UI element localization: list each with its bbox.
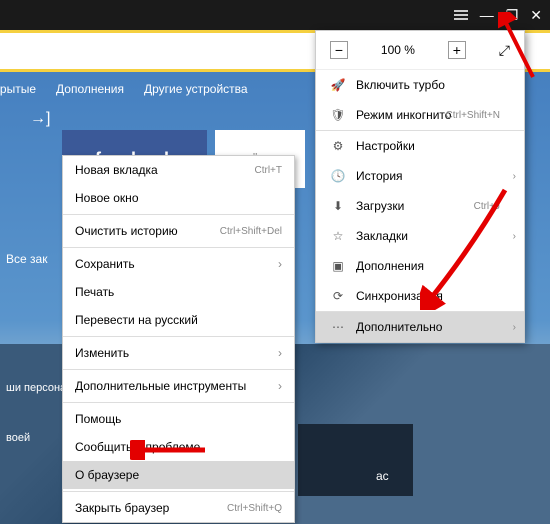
shortcut: Ctrl+J bbox=[474, 201, 500, 212]
separator bbox=[63, 402, 294, 403]
menu-bookmarks[interactable]: ☆ Закладки › bbox=[316, 221, 524, 251]
label: Печать bbox=[75, 285, 114, 299]
rocket-icon: 🚀 bbox=[330, 78, 346, 92]
bookmarks-label: Все зак bbox=[6, 252, 47, 266]
download-icon: ⬇ bbox=[330, 199, 346, 213]
menu-history[interactable]: 🕓 История › bbox=[316, 161, 524, 191]
menu-report[interactable]: Сообщить о проблеме bbox=[63, 433, 294, 461]
hamburger-menu-icon[interactable] bbox=[454, 10, 468, 20]
label: Изменить bbox=[75, 346, 129, 360]
label: Режим инкогнито bbox=[356, 108, 451, 122]
menu-edit[interactable]: Изменить › bbox=[63, 339, 294, 367]
label: Очистить историю bbox=[75, 224, 178, 238]
menu-about-browser[interactable]: О браузере bbox=[63, 461, 294, 489]
label: Закрыть браузер bbox=[75, 501, 169, 515]
label: Сообщить о проблеме bbox=[75, 440, 200, 454]
separator bbox=[63, 336, 294, 337]
menu-new-tab[interactable]: Новая вкладка Ctrl+T bbox=[63, 156, 294, 184]
menu-translate[interactable]: Перевести на русский bbox=[63, 306, 294, 334]
menu-sync[interactable]: ⟳ Синхронизация bbox=[316, 281, 524, 311]
label: Загрузки bbox=[356, 199, 404, 213]
star-icon: ☆ bbox=[330, 229, 346, 243]
tab-closed[interactable]: акрытые bbox=[0, 82, 36, 96]
ac-label: ас bbox=[376, 469, 389, 483]
shortcut: Ctrl+Shift+N bbox=[446, 110, 500, 121]
login-icon[interactable]: →] bbox=[30, 110, 50, 128]
menu-close-browser[interactable]: Закрыть браузер Ctrl+Shift+Q bbox=[63, 494, 294, 522]
more-icon: ⋯ bbox=[330, 320, 346, 334]
tab-addons[interactable]: Дополнения bbox=[56, 82, 124, 96]
menu-clear-history[interactable]: Очистить историю Ctrl+Shift+Del bbox=[63, 217, 294, 245]
zoom-in-button[interactable]: + bbox=[448, 41, 466, 59]
svoi-label: воей bbox=[6, 432, 30, 444]
menu-more-tools[interactable]: Дополнительные инструменты › bbox=[63, 372, 294, 400]
label: Новая вкладка bbox=[75, 163, 158, 177]
submenu-more: Новая вкладка Ctrl+T Новое окно Очистить … bbox=[62, 155, 295, 523]
page-tabs: акрытые Дополнения Другие устройства bbox=[0, 82, 248, 96]
close-button[interactable]: ✕ bbox=[530, 7, 542, 24]
menu-turbo[interactable]: 🚀 Включить турбо bbox=[316, 70, 524, 100]
zoom-row: − 100 % + ⤢ bbox=[316, 31, 524, 70]
menu-help[interactable]: Помощь bbox=[63, 405, 294, 433]
separator bbox=[63, 214, 294, 215]
menu-more[interactable]: ⋯ Дополнительно › bbox=[316, 312, 524, 342]
label: Помощь bbox=[75, 412, 121, 426]
dark-tile[interactable] bbox=[298, 424, 413, 496]
chevron-right-icon: › bbox=[513, 171, 516, 182]
menu-downloads[interactable]: ⬇ Загрузки Ctrl+J bbox=[316, 191, 524, 221]
chevron-right-icon: › bbox=[513, 231, 516, 242]
menu-incognito[interactable]: 🛡 Режим инкогнитоCtrl+Shift+N bbox=[316, 100, 524, 130]
separator bbox=[63, 491, 294, 492]
maximize-button[interactable]: ❐ bbox=[506, 7, 519, 24]
label: Дополнения bbox=[356, 259, 424, 273]
menu-settings[interactable]: ⚙ Настройки bbox=[316, 131, 524, 161]
label: Синхронизация bbox=[356, 289, 443, 303]
label: Дополнительно bbox=[356, 320, 442, 334]
shortcut: Ctrl+Shift+Q bbox=[227, 503, 282, 514]
label: Сохранить bbox=[75, 257, 135, 271]
menu-addons[interactable]: ▣ Дополнения bbox=[316, 251, 524, 281]
label: Новое окно bbox=[75, 191, 139, 205]
zoom-value: 100 % bbox=[381, 43, 415, 57]
sync-icon: ⟳ bbox=[330, 289, 346, 303]
separator bbox=[63, 247, 294, 248]
chevron-right-icon: › bbox=[513, 322, 516, 333]
label: Дополнительные инструменты bbox=[75, 379, 246, 393]
shortcut: Ctrl+T bbox=[255, 165, 283, 176]
menu-print[interactable]: Печать bbox=[63, 278, 294, 306]
label: История bbox=[356, 169, 403, 183]
menu-new-window[interactable]: Новое окно bbox=[63, 184, 294, 212]
settings-icon: ⚙ bbox=[330, 139, 346, 153]
tab-devices[interactable]: Другие устройства bbox=[144, 82, 248, 96]
chevron-right-icon: › bbox=[278, 257, 282, 271]
separator bbox=[63, 369, 294, 370]
minimize-button[interactable]: — bbox=[480, 7, 494, 23]
titlebar: — ❐ ✕ bbox=[0, 0, 550, 30]
fullscreen-icon[interactable]: ⤢ bbox=[499, 42, 510, 59]
menu-save[interactable]: Сохранить › bbox=[63, 250, 294, 278]
label: Настройки bbox=[356, 139, 415, 153]
history-icon: 🕓 bbox=[330, 169, 346, 183]
addons-icon: ▣ bbox=[330, 259, 346, 273]
label: О браузере bbox=[75, 468, 139, 482]
shortcut: Ctrl+Shift+Del bbox=[220, 226, 282, 237]
zoom-out-button[interactable]: − bbox=[330, 41, 348, 59]
label: Перевести на русский bbox=[75, 313, 198, 327]
main-menu: − 100 % + ⤢ 🚀 Включить турбо 🛡 Режим инког… bbox=[315, 30, 525, 343]
chevron-right-icon: › bbox=[278, 379, 282, 393]
label: Включить турбо bbox=[356, 78, 445, 92]
label: Закладки bbox=[356, 229, 408, 243]
chevron-right-icon: › bbox=[278, 346, 282, 360]
incognito-icon: 🛡 bbox=[330, 108, 346, 122]
